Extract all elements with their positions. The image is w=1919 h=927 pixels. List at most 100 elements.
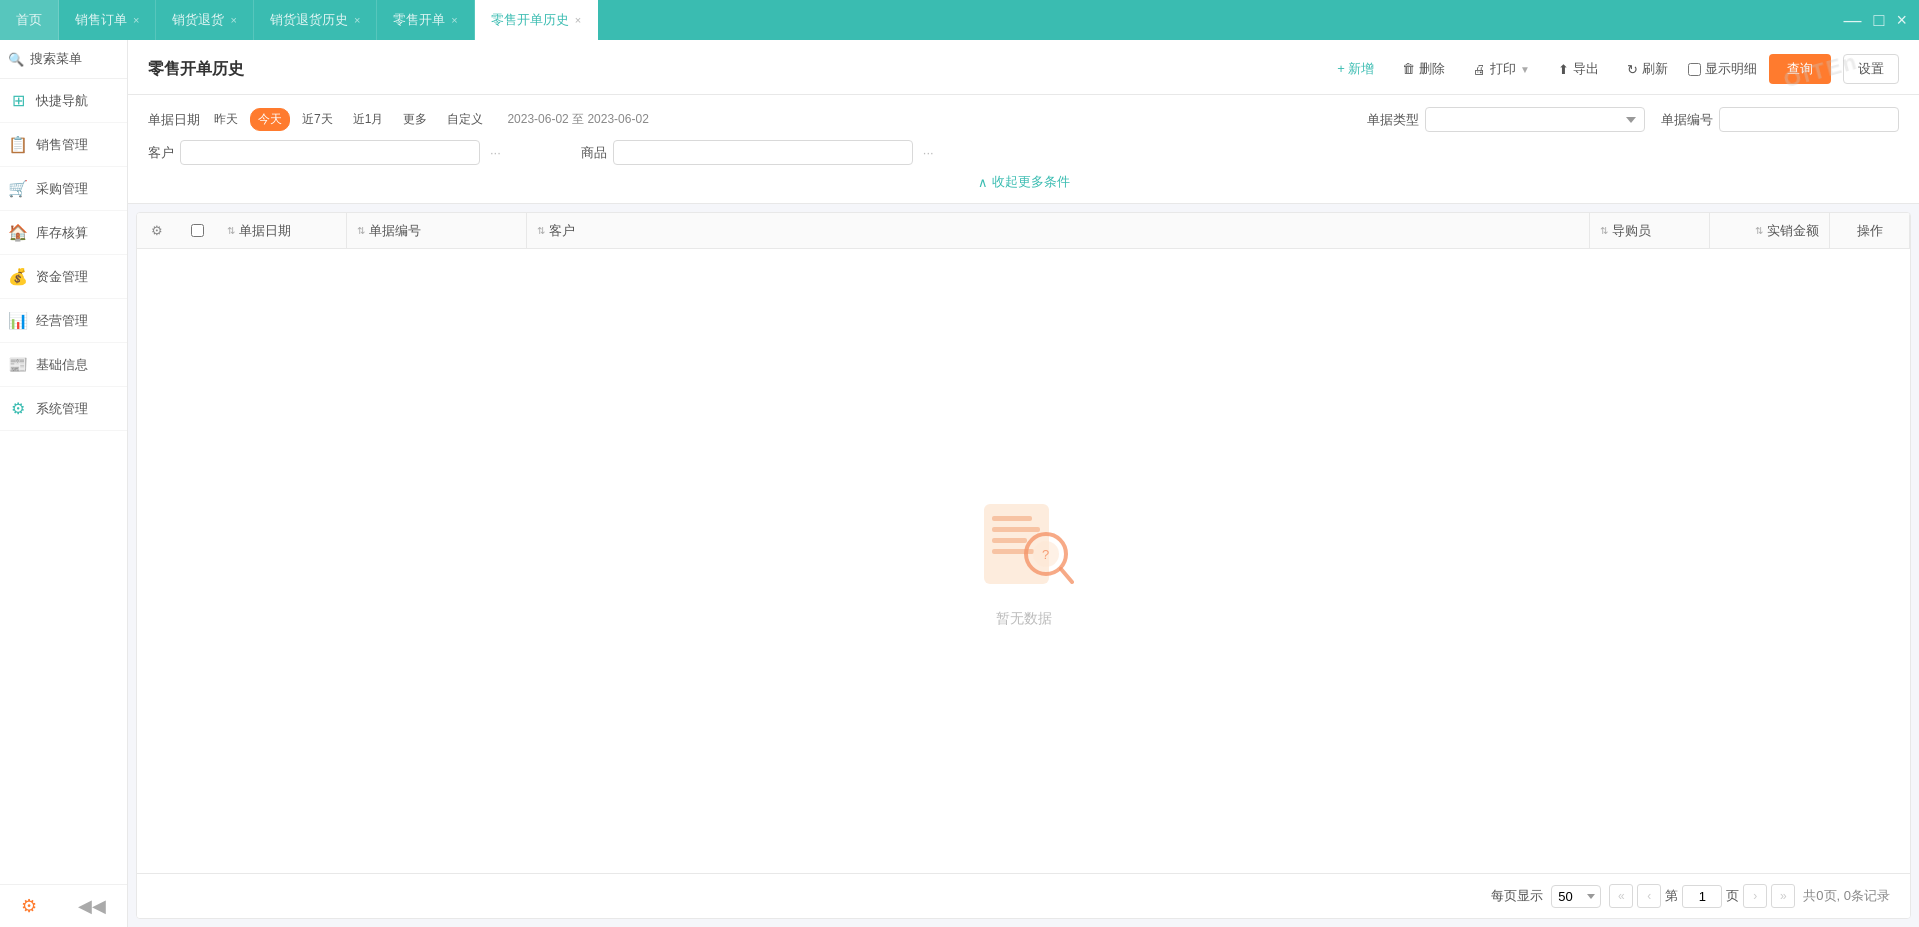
date-btn-more[interactable]: 更多	[395, 108, 435, 131]
print-icon: 🖨	[1473, 62, 1486, 77]
window-controls: — □ ×	[1844, 10, 1919, 31]
filter-order-num: 单据编号	[1661, 107, 1899, 132]
sidebar: 🔍 搜索菜单 ⊞ 快捷导航 📋 销售管理 🛒 采购管理 🏠 库存核算 💰 资金管…	[0, 40, 128, 927]
page-total: 共0页, 0条记录	[1803, 887, 1890, 905]
table-settings-btn[interactable]: ⚙	[137, 223, 177, 238]
window-max-btn[interactable]: □	[1874, 10, 1885, 31]
sidebar-item-operations[interactable]: 📊 经营管理	[0, 299, 127, 343]
prev-page-btn[interactable]: ‹	[1637, 884, 1661, 908]
empty-icon: ?	[964, 494, 1084, 594]
empty-state: ? 暂无数据	[137, 249, 1910, 873]
sidebar-item-purchase-mgmt[interactable]: 🛒 采购管理	[0, 167, 127, 211]
date-btn-yesterday[interactable]: 昨天	[206, 108, 246, 131]
refresh-icon: ↻	[1627, 62, 1638, 77]
tab-retail-open[interactable]: 零售开单 ×	[377, 0, 474, 40]
export-icon: ⬆	[1558, 62, 1569, 77]
page-prefix: 第	[1665, 887, 1678, 905]
sidebar-item-inventory[interactable]: 🏠 库存核算	[0, 211, 127, 255]
goods-dots[interactable]: ···	[919, 145, 938, 160]
svg-line-7	[1061, 569, 1072, 582]
empty-text: 暂无数据	[996, 610, 1052, 628]
close-tab-retail-open[interactable]: ×	[451, 14, 457, 26]
order-type-label: 单据类型	[1367, 111, 1419, 129]
show-detail-checkbox[interactable]	[1688, 63, 1701, 76]
tab-sales-return[interactable]: 销货退货 ×	[156, 0, 253, 40]
query-button[interactable]: 查询	[1769, 54, 1831, 84]
date-btn-1month[interactable]: 近1月	[345, 108, 392, 131]
th-action: 操作	[1830, 213, 1910, 249]
basic-info-icon: 📰	[8, 355, 28, 374]
search-icon: 🔍	[8, 52, 24, 67]
sidebar-gear-btn[interactable]: ⚙	[21, 895, 37, 917]
add-button[interactable]: + 新增	[1329, 56, 1382, 82]
top-tab-bar: 首页 销售订单 × 销货退货 × 销货退货历史 × 零售开单 × 零售开单历史 …	[0, 0, 1919, 40]
next-page-btn[interactable]: ›	[1743, 884, 1767, 908]
close-tab-sales-order[interactable]: ×	[133, 14, 139, 26]
per-page-label: 每页显示	[1491, 887, 1543, 905]
date-btn-7days[interactable]: 近7天	[294, 108, 341, 131]
date-btn-custom[interactable]: 自定义	[439, 108, 491, 131]
print-button[interactable]: 🖨 打印 ▼	[1465, 56, 1538, 82]
table-select-all[interactable]	[177, 224, 217, 237]
sidebar-item-sales-mgmt[interactable]: 📋 销售管理	[0, 123, 127, 167]
tab-home[interactable]: 首页	[0, 0, 59, 40]
export-button[interactable]: ⬆ 导出	[1550, 56, 1607, 82]
filter-date: 单据日期 昨天 今天 近7天 近1月 更多 自定义	[148, 108, 491, 131]
window-close-btn[interactable]: ×	[1896, 10, 1907, 31]
date-btn-today[interactable]: 今天	[250, 108, 290, 131]
close-tab-sales-return-history[interactable]: ×	[354, 14, 360, 26]
goods-label: 商品	[581, 144, 607, 162]
toolbar: + 新增 🗑 删除 🖨 打印 ▼ ⬆ 导出 ↻ 刷新 显示明细	[1329, 54, 1899, 84]
page-title: 零售开单历史	[148, 59, 244, 80]
order-num-label: 单据编号	[1661, 111, 1713, 129]
window-min-btn[interactable]: —	[1844, 10, 1862, 31]
svg-rect-1	[992, 516, 1032, 521]
sort-icon-num: ⇅	[357, 225, 365, 236]
th-customer[interactable]: ⇅ 客户	[527, 213, 1590, 249]
tab-sales-order[interactable]: 销售订单 ×	[59, 0, 156, 40]
sidebar-bottom: ⚙ ◀◀	[0, 884, 127, 927]
settings-button[interactable]: 设置	[1843, 54, 1899, 84]
sidebar-item-finance[interactable]: 💰 资金管理	[0, 255, 127, 299]
filter-row-1: 单据日期 昨天 今天 近7天 近1月 更多 自定义 2023-06-02 至 2…	[148, 107, 1899, 132]
sidebar-item-system-mgmt[interactable]: ⚙ 系统管理	[0, 387, 127, 431]
delete-button[interactable]: 🗑 删除	[1394, 56, 1453, 82]
operations-icon: 📊	[8, 311, 28, 330]
goods-input[interactable]	[613, 140, 913, 165]
main-layout: 🔍 搜索菜单 ⊞ 快捷导航 📋 销售管理 🛒 采购管理 🏠 库存核算 💰 资金管…	[0, 40, 1919, 927]
customer-dots[interactable]: ···	[486, 145, 505, 160]
tab-sales-return-history[interactable]: 销货退货历史 ×	[254, 0, 377, 40]
filter-date-range: 2023-06-02 至 2023-06-02	[507, 111, 648, 128]
th-amount[interactable]: ⇅ 实销金额	[1710, 213, 1830, 249]
date-range-text: 2023-06-02 至 2023-06-02	[507, 111, 648, 128]
page-input[interactable]	[1682, 885, 1722, 908]
last-page-btn[interactable]: »	[1771, 884, 1795, 908]
sidebar-search[interactable]: 🔍 搜索菜单	[0, 40, 127, 79]
show-detail-checkbox-label[interactable]: 显示明细	[1688, 60, 1757, 78]
date-buttons: 昨天 今天 近7天 近1月 更多 自定义	[206, 108, 491, 131]
tab-retail-open-history[interactable]: 零售开单历史 ×	[475, 0, 598, 40]
date-label: 单据日期	[148, 111, 200, 129]
per-page-select[interactable]: 50 10 20 100	[1551, 885, 1601, 908]
inventory-icon: 🏠	[8, 223, 28, 242]
filter-customer: 客户 ···	[148, 140, 505, 165]
filter-row-2: 客户 ··· 商品 ···	[148, 140, 1899, 165]
select-all-checkbox[interactable]	[191, 224, 204, 237]
close-tab-retail-open-history[interactable]: ×	[575, 14, 581, 26]
th-guide[interactable]: ⇅ 导购员	[1590, 213, 1710, 249]
finance-icon: 💰	[8, 267, 28, 286]
order-type-select[interactable]	[1425, 107, 1645, 132]
table-area: ⚙ ⇅ 单据日期 ⇅ 单据编号 ⇅ 客户 ⇅ 导购员	[136, 212, 1911, 919]
collapse-button[interactable]: ∧ 收起更多条件	[978, 173, 1070, 191]
refresh-button[interactable]: ↻ 刷新	[1619, 56, 1676, 82]
first-page-btn[interactable]: «	[1609, 884, 1633, 908]
th-num[interactable]: ⇅ 单据编号	[347, 213, 527, 249]
customer-input[interactable]	[180, 140, 480, 165]
th-date[interactable]: ⇅ 单据日期	[217, 213, 347, 249]
order-num-input[interactable]	[1719, 107, 1899, 132]
sidebar-collapse-btn[interactable]: ◀◀	[78, 895, 106, 917]
close-tab-sales-return[interactable]: ×	[230, 14, 236, 26]
sidebar-item-quick-nav[interactable]: ⊞ 快捷导航	[0, 79, 127, 123]
sidebar-item-basic-info[interactable]: 📰 基础信息	[0, 343, 127, 387]
quick-nav-icon: ⊞	[8, 91, 28, 110]
